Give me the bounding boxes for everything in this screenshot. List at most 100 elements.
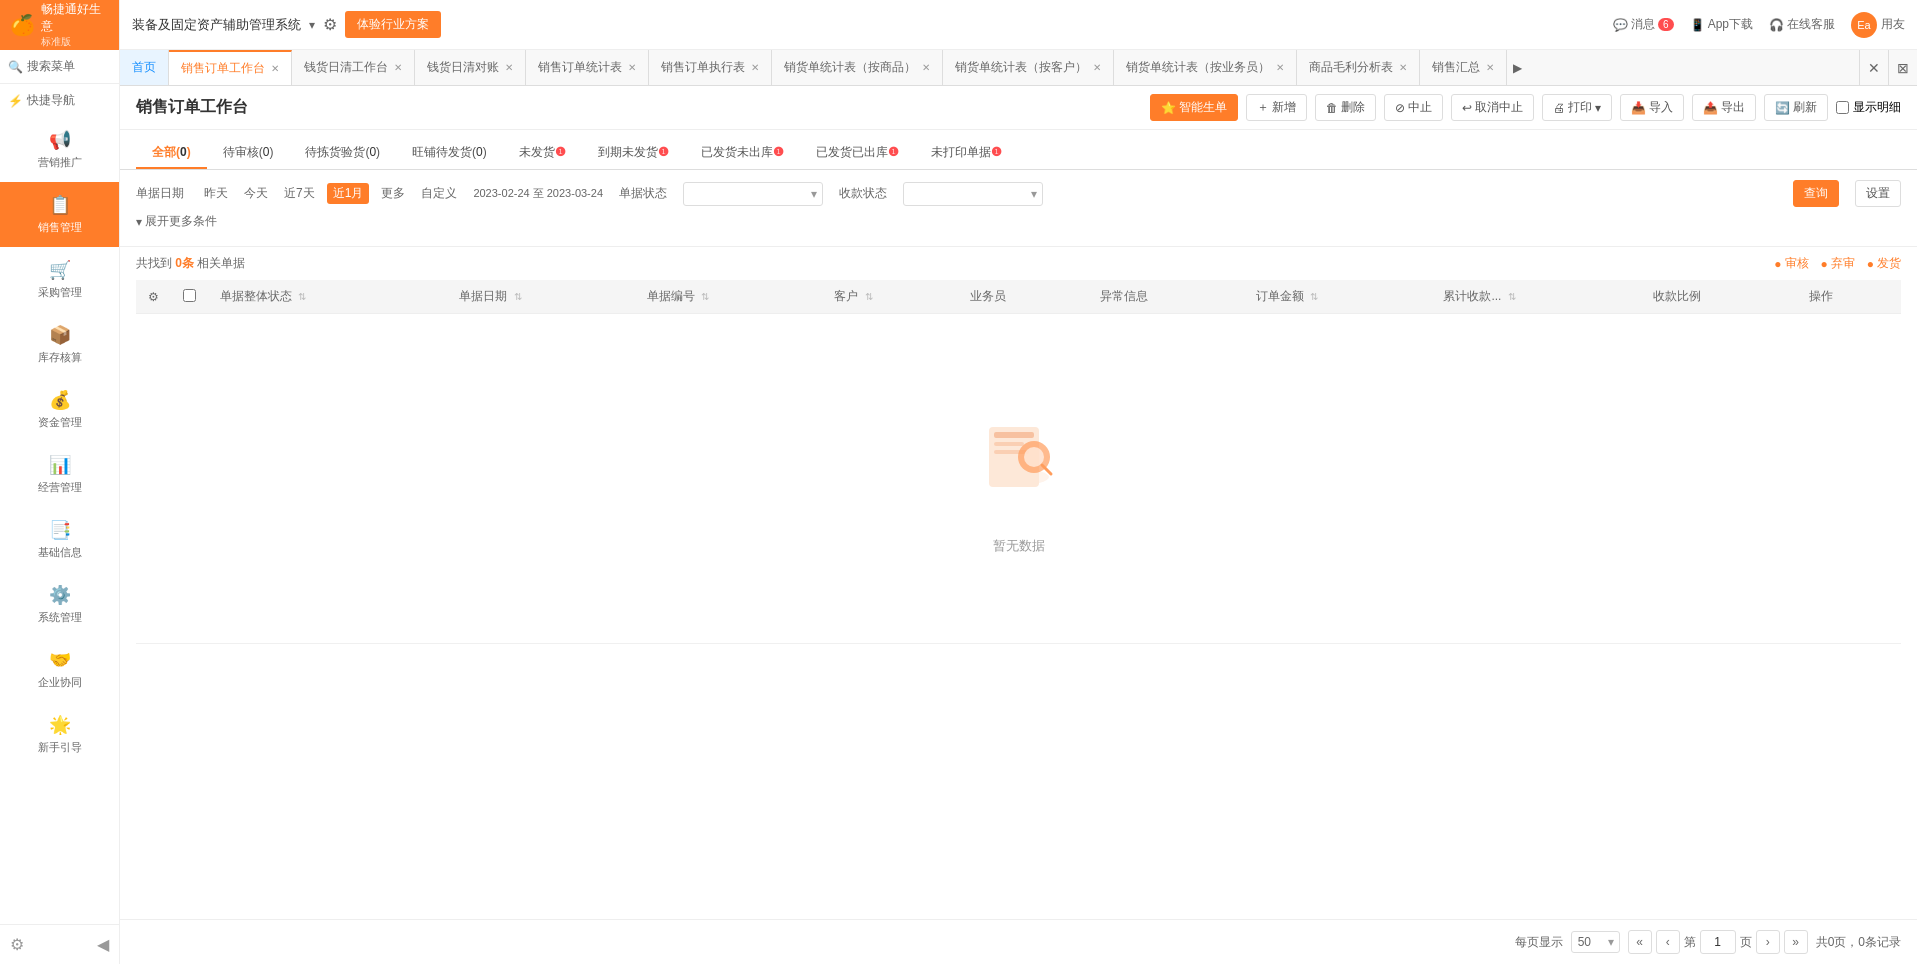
th-check[interactable] xyxy=(171,280,208,314)
sidebar-item-sales[interactable]: 📋 销售管理 xyxy=(0,182,119,247)
sidebar-search[interactable]: 🔍 搜索菜单 xyxy=(0,50,119,84)
sub-tab-pending-review[interactable]: 待审核(0) xyxy=(207,138,290,169)
sidebar-quick-nav[interactable]: ⚡ 快捷导航 xyxy=(0,84,119,117)
sort-status-icon[interactable]: ⇅ xyxy=(298,291,306,302)
tab-scroll-right[interactable]: ▶ xyxy=(1507,61,1528,75)
sub-tab-all[interactable]: 全部(0) xyxy=(136,138,207,169)
sidebar-item-operation[interactable]: 📊 经营管理 xyxy=(0,442,119,507)
online-service-btn[interactable]: 🎧 在线客服 xyxy=(1769,16,1835,33)
user-menu[interactable]: Ea 用友 xyxy=(1851,12,1905,38)
header-dropdown[interactable]: ▾ xyxy=(309,18,315,32)
date-option-custom[interactable]: 自定义 xyxy=(417,183,461,204)
page-input[interactable] xyxy=(1700,930,1736,954)
next-page-btn[interactable]: › xyxy=(1756,930,1780,954)
close-sales-stats[interactable]: ✕ xyxy=(628,62,636,73)
collapse-icon[interactable]: ◀ xyxy=(97,935,109,954)
import-btn[interactable]: 📥 导入 xyxy=(1620,94,1684,121)
sub-tab-not-shipped[interactable]: 未发货❶ xyxy=(503,138,582,169)
empty-state-row: 暂无数据 xyxy=(136,314,1901,644)
tab-sales-workbench[interactable]: 销售订单工作台 ✕ xyxy=(169,50,292,85)
close-sales-summary-staff[interactable]: ✕ xyxy=(1276,62,1284,73)
search-icon: 🔍 xyxy=(8,60,23,74)
tab-home[interactable]: 首页 xyxy=(120,50,169,85)
sub-tab-shipped-not-out[interactable]: 已发货未出库❶ xyxy=(685,138,800,169)
cancel-stop-btn[interactable]: ↩ 取消中止 xyxy=(1451,94,1534,121)
query-btn[interactable]: 查询 xyxy=(1793,180,1839,207)
status-select[interactable] xyxy=(683,182,823,206)
sidebar-item-purchase[interactable]: 🛒 采购管理 xyxy=(0,247,119,312)
stop-btn[interactable]: ⊘ 中止 xyxy=(1384,94,1443,121)
sales-summary2-label: 销售汇总 xyxy=(1432,59,1480,76)
close-gross-margin[interactable]: ✕ xyxy=(1399,62,1407,73)
close-sales-workbench[interactable]: ✕ xyxy=(271,63,279,74)
date-option-last7[interactable]: 近7天 xyxy=(280,183,319,204)
date-option-more[interactable]: 更多 xyxy=(377,183,409,204)
sub-tab-expired-not-shipped[interactable]: 到期未发货❶ xyxy=(582,138,685,169)
sidebar-item-newbie[interactable]: 🌟 新手引导 xyxy=(0,702,119,767)
last-page-btn[interactable]: » xyxy=(1784,930,1808,954)
tab-gross-margin[interactable]: 商品毛利分析表 ✕ xyxy=(1297,50,1420,85)
tab-sales-summary-customer[interactable]: 销货单统计表（按客户） ✕ xyxy=(943,50,1114,85)
print-btn[interactable]: 🖨 打印 ▾ xyxy=(1542,94,1612,121)
approve-link[interactable]: ● 审核 xyxy=(1774,255,1808,272)
sort-collected-icon[interactable]: ⇅ xyxy=(1508,291,1516,302)
sort-amount-icon[interactable]: ⇅ xyxy=(1310,291,1318,302)
settings-icon[interactable]: ⚙ xyxy=(10,935,24,954)
expand-more-btn[interactable]: ▾ 展开更多条件 xyxy=(136,213,217,230)
sub-tab-shipped-out[interactable]: 已发货已出库❶ xyxy=(800,138,915,169)
app-download-btn[interactable]: 📱 App下载 xyxy=(1690,16,1753,33)
close-sales-summary-product[interactable]: ✕ xyxy=(922,62,930,73)
sub-tab-wangpu[interactable]: 旺铺待发货(0) xyxy=(396,138,503,169)
tab-sales-summary-product[interactable]: 销货单统计表（按商品） ✕ xyxy=(772,50,943,85)
sidebar-item-basic[interactable]: 📑 基础信息 xyxy=(0,507,119,572)
show-detail-checkbox[interactable] xyxy=(1836,101,1849,114)
refresh-btn[interactable]: 🔄 刷新 xyxy=(1764,94,1828,121)
tab-close-all[interactable]: ⊠ xyxy=(1888,50,1917,86)
sidebar-item-enterprise[interactable]: 🤝 企业协同 xyxy=(0,637,119,702)
close-cash-daily[interactable]: ✕ xyxy=(394,62,402,73)
payment-status-select[interactable] xyxy=(903,182,1043,206)
unapprove-link[interactable]: ● 弃审 xyxy=(1821,255,1855,272)
delete-btn[interactable]: 🗑 删除 xyxy=(1315,94,1376,121)
th-settings[interactable]: ⚙ xyxy=(136,280,171,314)
sort-number-icon[interactable]: ⇅ xyxy=(701,291,709,302)
sub-tab-pending-inspect-label: 待拣货验货(0) xyxy=(305,145,380,159)
tab-sales-exec[interactable]: 销售订单执行表 ✕ xyxy=(649,50,772,85)
close-sales-exec[interactable]: ✕ xyxy=(751,62,759,73)
close-sales-summary-customer[interactable]: ✕ xyxy=(1093,62,1101,73)
close-cash-reconcile[interactable]: ✕ xyxy=(505,62,513,73)
tab-close-current[interactable]: ✕ xyxy=(1859,50,1888,86)
page-size-label: 每页显示 xyxy=(1515,934,1563,951)
header-settings-icon[interactable]: ⚙ xyxy=(323,15,337,34)
sidebar-item-finance[interactable]: 💰 资金管理 xyxy=(0,377,119,442)
first-page-btn[interactable]: « xyxy=(1628,930,1652,954)
page-size-select[interactable]: 50 10 20 100 xyxy=(1571,931,1620,953)
sort-date-icon[interactable]: ⇅ xyxy=(514,291,522,302)
sidebar-item-marketing[interactable]: 📢 营销推广 xyxy=(0,117,119,182)
tab-cash-daily[interactable]: 钱货日清工作台 ✕ xyxy=(292,50,415,85)
date-option-yesterday[interactable]: 昨天 xyxy=(200,183,232,204)
prev-page-btn[interactable]: ‹ xyxy=(1656,930,1680,954)
date-option-today[interactable]: 今天 xyxy=(240,183,272,204)
sidebar-item-inventory[interactable]: 📦 库存核算 xyxy=(0,312,119,377)
industry-solution-btn[interactable]: 体验行业方案 xyxy=(345,11,441,38)
sort-customer-icon[interactable]: ⇅ xyxy=(865,291,873,302)
filter-settings-btn[interactable]: 设置 xyxy=(1855,180,1901,207)
message-btn[interactable]: 💬 消息 6 xyxy=(1613,16,1674,33)
tab-sales-summary-staff[interactable]: 销货单统计表（按业务员） ✕ xyxy=(1114,50,1297,85)
select-all-checkbox[interactable] xyxy=(183,289,196,302)
ship-link[interactable]: ● 发货 xyxy=(1867,255,1901,272)
smart-create-btn[interactable]: ⭐ 智能生单 xyxy=(1150,94,1238,121)
tab-sales-stats[interactable]: 销售订单统计表 ✕ xyxy=(526,50,649,85)
tab-sales-summary2[interactable]: 销售汇总 ✕ xyxy=(1420,50,1507,85)
sidebar-item-system[interactable]: ⚙️ 系统管理 xyxy=(0,572,119,637)
export-btn[interactable]: 📤 导出 xyxy=(1692,94,1756,121)
cash-daily-label: 钱货日清工作台 xyxy=(304,59,388,76)
new-btn[interactable]: ＋ 新增 xyxy=(1246,94,1307,121)
date-option-last1month[interactable]: 近1月 xyxy=(327,183,370,204)
show-detail-checkbox-wrapper[interactable]: 显示明细 xyxy=(1836,99,1901,116)
close-sales-summary2[interactable]: ✕ xyxy=(1486,62,1494,73)
tab-cash-reconcile[interactable]: 钱货日清对账 ✕ xyxy=(415,50,526,85)
sub-tab-pending-inspect[interactable]: 待拣货验货(0) xyxy=(289,138,396,169)
sub-tab-not-printed[interactable]: 未打印单据❶ xyxy=(915,138,1018,169)
